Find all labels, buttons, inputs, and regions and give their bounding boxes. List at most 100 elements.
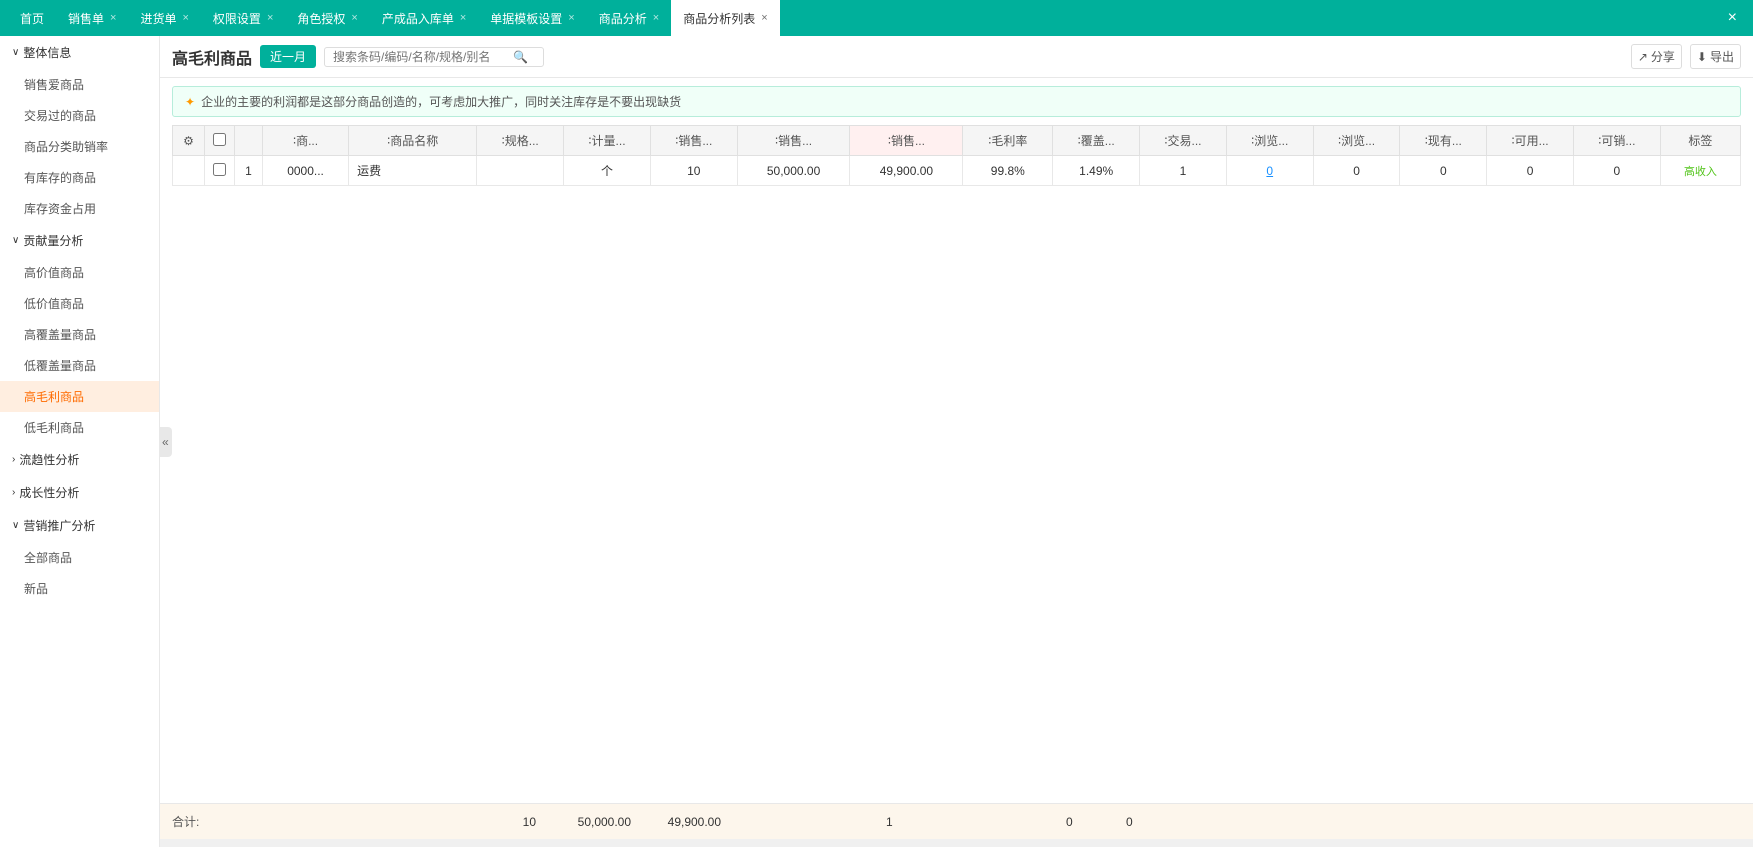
col-checkbox xyxy=(205,126,235,156)
notice-text: 企业的主要的利润都是这部分商品创造的，可考虑加大推广，同时关注库存是不要出现缺货 xyxy=(201,93,681,110)
footer-spacer4 xyxy=(979,815,1039,829)
footer-sales-profit: 49,900.00 xyxy=(649,815,739,829)
nav-sales[interactable]: 销售单 × xyxy=(56,0,128,36)
cell-transaction-0: 1 xyxy=(1140,156,1227,186)
footer-available2: 0 xyxy=(1099,815,1159,829)
col-browse2: ∶浏览... xyxy=(1313,126,1400,156)
nav-analysis-list[interactable]: 商品分析列表 × xyxy=(671,0,779,36)
nav-role[interactable]: 角色授权 × xyxy=(285,0,369,36)
top-nav: 首页 销售单 × 进货单 × 权限设置 × 角色授权 × 产成品入库单 × 单据… xyxy=(0,0,1753,36)
nav-template[interactable]: 单据模板设置 × xyxy=(478,0,586,36)
footer-cells: 10 50,000.00 49,900.00 1 0 0 xyxy=(219,815,1741,829)
footer-bar: 合计: 10 50,000.00 49,900.00 1 0 0 xyxy=(160,803,1753,839)
nav-role-close[interactable]: × xyxy=(351,12,357,24)
arrow-marketing: ∨ xyxy=(12,520,19,531)
sidebar-item-low-value[interactable]: 低价值商品 xyxy=(0,288,159,319)
cell-settings-0 xyxy=(173,156,205,186)
sidebar-item-low-coverage[interactable]: 低覆盖量商品 xyxy=(0,350,159,381)
cell-rownum-0: 1 xyxy=(235,156,263,186)
cell-sellable-0: 0 xyxy=(1573,156,1660,186)
bottom-scrollbar[interactable] xyxy=(160,839,1753,847)
notice-icon: ✦ xyxy=(185,95,195,109)
share-button[interactable]: ↗ 分享 xyxy=(1631,44,1682,69)
search-input[interactable] xyxy=(333,50,513,64)
share-icon: ↗ xyxy=(1638,50,1648,64)
sidebar-item-in-stock[interactable]: 有库存的商品 xyxy=(0,162,159,193)
search-icon[interactable]: 🔍 xyxy=(513,50,528,64)
export-icon: ⬇ xyxy=(1697,50,1707,64)
select-all-checkbox[interactable] xyxy=(213,133,226,146)
cell-browse2-0: 0 xyxy=(1313,156,1400,186)
data-table: ⚙ ∶商... ∶商品名称 ∶规格... ∶计量... ∶销售... ∶销售..… xyxy=(172,125,1741,186)
sidebar-item-low-margin[interactable]: 低毛利商品 xyxy=(0,412,159,443)
nav-stock-in-close[interactable]: × xyxy=(460,12,466,24)
nav-stock-in[interactable]: 产成品入库单 × xyxy=(370,0,478,36)
cell-salesamt-0: 50,000.00 xyxy=(737,156,850,186)
nav-analysis[interactable]: 商品分析 × xyxy=(587,0,671,36)
sidebar-item-all-products[interactable]: 全部商品 xyxy=(0,542,159,573)
sidebar-group-contribution[interactable]: ∨ 贡献量分析 xyxy=(0,224,159,257)
col-rownum xyxy=(235,126,263,156)
nav-template-close[interactable]: × xyxy=(568,12,574,24)
footer-label: 合计: xyxy=(172,813,199,830)
cell-spec-0 xyxy=(477,156,564,186)
sidebar-item-high-margin[interactable]: 高毛利商品 xyxy=(0,381,159,412)
nav-purchase[interactable]: 进货单 × xyxy=(128,0,200,36)
table-wrap: ⚙ ∶商... ∶商品名称 ∶规格... ∶计量... ∶销售... ∶销售..… xyxy=(160,125,1753,803)
export-button[interactable]: ⬇ 导出 xyxy=(1690,44,1741,69)
col-coverage: ∶覆盖... xyxy=(1053,126,1140,156)
sidebar-item-category-rate[interactable]: 商品分类助销率 xyxy=(0,131,159,162)
col-settings[interactable]: ⚙ xyxy=(173,126,205,156)
cell-grossmargin-0: 99.8% xyxy=(963,156,1053,186)
col-available1: ∶现有... xyxy=(1400,126,1487,156)
cell-checkbox-0[interactable] xyxy=(205,156,235,186)
footer-spacer2 xyxy=(739,815,859,829)
sidebar-group-growth[interactable]: › 成长性分析 xyxy=(0,476,159,509)
arrow-growth: › xyxy=(12,487,15,498)
footer-spacer3 xyxy=(919,815,979,829)
col-sales-qty: ∶销售... xyxy=(650,126,737,156)
sidebar-item-high-value[interactable]: 高价值商品 xyxy=(0,257,159,288)
sidebar: ∨ 整体信息 销售爱商品 交易过的商品 商品分类助销率 有库存的商品 库存资金占… xyxy=(0,36,160,847)
nav-analysis-close[interactable]: × xyxy=(653,12,659,24)
sidebar-group-overall[interactable]: ∨ 整体信息 xyxy=(0,36,159,69)
cell-avail1-0: 0 xyxy=(1400,156,1487,186)
sidebar-item-traded[interactable]: 交易过的商品 xyxy=(0,100,159,131)
row-checkbox-0[interactable] xyxy=(213,163,226,176)
footer-transaction: 1 xyxy=(859,815,919,829)
sidebar-collapse-button[interactable]: « xyxy=(160,427,172,457)
cell-browse1-0[interactable]: 0 xyxy=(1226,156,1313,186)
action-buttons: ↗ 分享 ⬇ 导出 xyxy=(1631,44,1741,69)
search-input-wrap: 🔍 xyxy=(324,47,544,67)
arrow-contribution: ∨ xyxy=(12,235,19,246)
footer-available1: 0 xyxy=(1039,815,1099,829)
cell-code-0: 0000... xyxy=(263,156,349,186)
arrow-overall: ∨ xyxy=(12,47,19,58)
col-unit: ∶计量... xyxy=(564,126,651,156)
notice-bar: ✦ 企业的主要的利润都是这部分商品创造的，可考虑加大推广，同时关注库存是不要出现… xyxy=(172,86,1741,117)
nav-permission[interactable]: 权限设置 × xyxy=(201,0,285,36)
sidebar-group-marketing[interactable]: ∨ 营销推广分析 xyxy=(0,509,159,542)
col-browse1: ∶浏览... xyxy=(1226,126,1313,156)
arrow-trend: › xyxy=(12,454,15,465)
sidebar-item-new-products[interactable]: 新品 xyxy=(0,573,159,604)
col-sales-amount: ∶销售... xyxy=(737,126,850,156)
sidebar-item-high-coverage[interactable]: 高覆盖量商品 xyxy=(0,319,159,350)
sidebar-group-trend[interactable]: › 流趋性分析 xyxy=(0,443,159,476)
filter-recent-month-button[interactable]: 近一月 xyxy=(260,45,316,68)
nav-purchase-close[interactable]: × xyxy=(182,12,188,24)
cell-tag-0: 高收入 xyxy=(1660,156,1740,186)
footer-spacer1 xyxy=(219,815,499,829)
col-spec: ∶规格... xyxy=(477,126,564,156)
sidebar-item-popular[interactable]: 销售爱商品 xyxy=(0,69,159,100)
nav-analysis-list-close[interactable]: × xyxy=(761,12,767,24)
nav-sales-close[interactable]: × xyxy=(110,12,116,24)
col-product-code: ∶商... xyxy=(263,126,349,156)
col-available2: ∶可用... xyxy=(1487,126,1574,156)
col-sales-profit: ∶销售... xyxy=(850,126,963,156)
nav-permission-close[interactable]: × xyxy=(267,12,273,24)
close-all-button[interactable]: × xyxy=(1720,9,1745,27)
content-header: 高毛利商品 近一月 🔍 ↗ 分享 ⬇ 导出 xyxy=(160,36,1753,78)
sidebar-item-stock-fund[interactable]: 库存资金占用 xyxy=(0,193,159,224)
nav-home[interactable]: 首页 xyxy=(8,0,56,36)
